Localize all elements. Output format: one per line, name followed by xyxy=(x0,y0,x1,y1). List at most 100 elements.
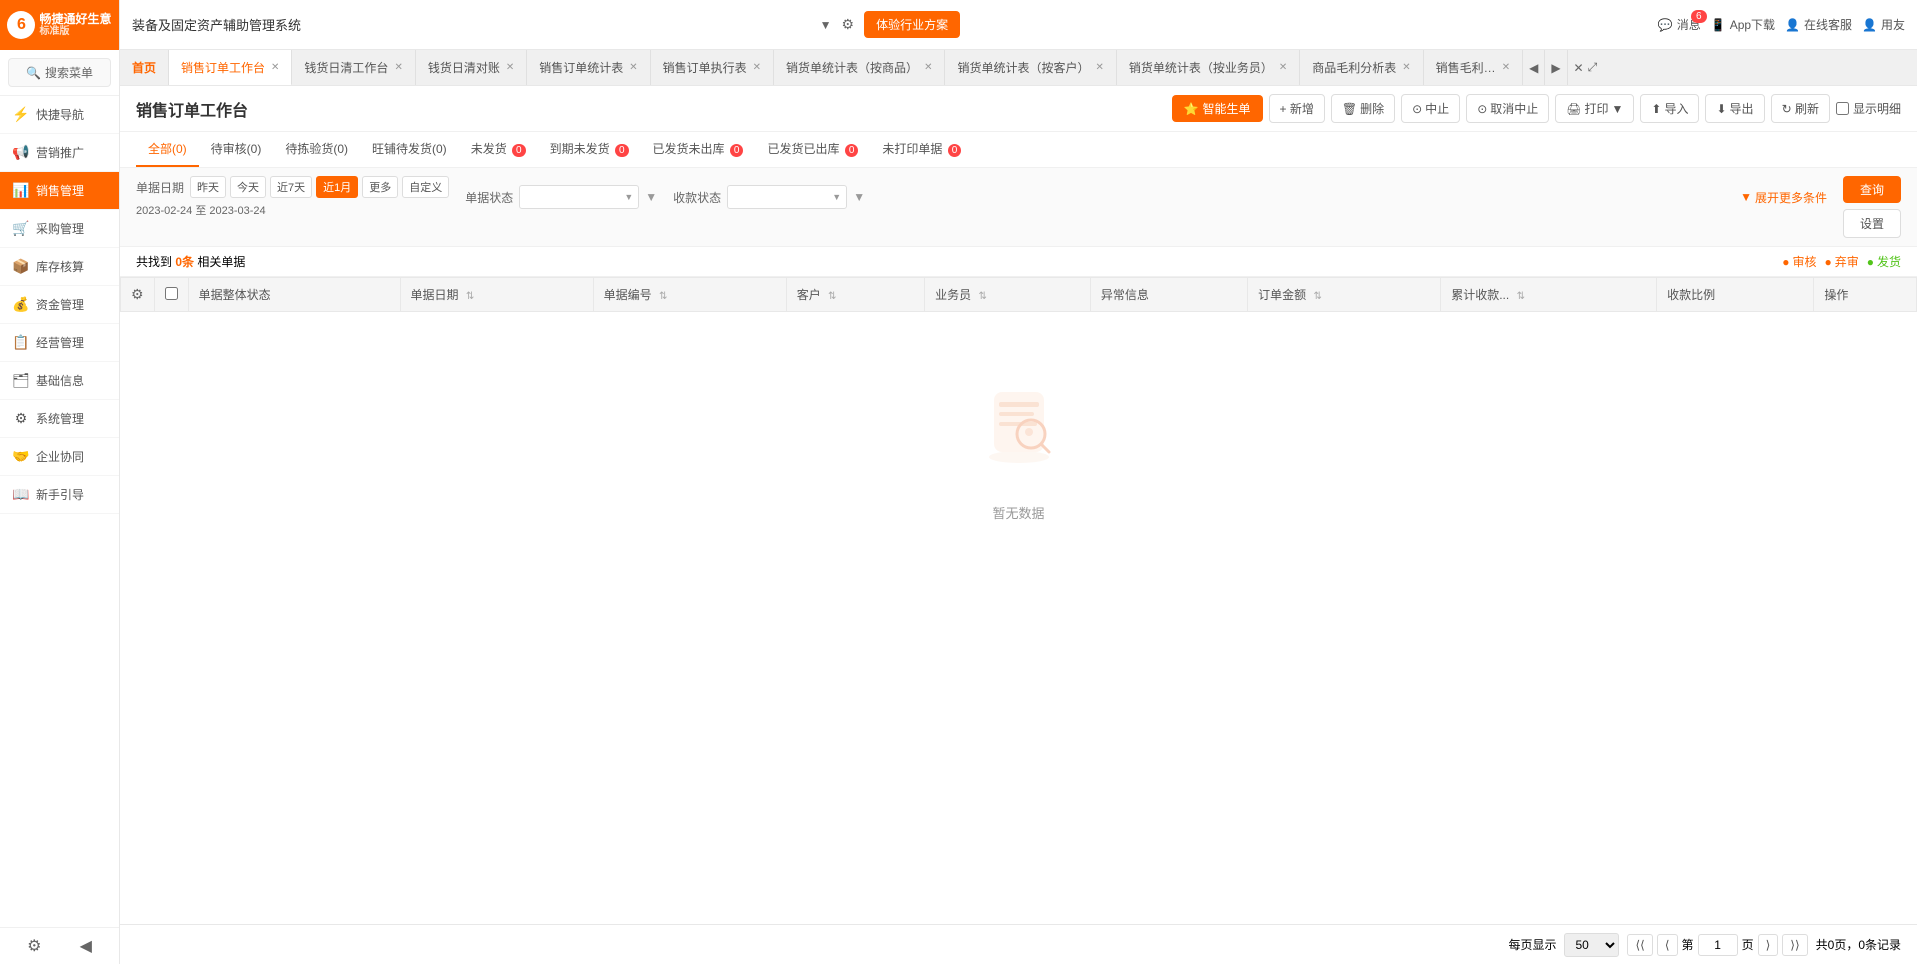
page-next-button[interactable]: ⟩ xyxy=(1758,934,1779,956)
tab-cash-reconcile[interactable]: 钱货日清对账 ✕ xyxy=(416,50,527,85)
filter-tab-unshipped[interactable]: 未发货 0 xyxy=(459,132,538,167)
select-all-checkbox[interactable] xyxy=(165,287,178,300)
col-customer-header[interactable]: 客户 ⇅ xyxy=(786,278,924,312)
expand-conditions-button[interactable]: ▼ 展开更多条件 xyxy=(1740,189,1827,206)
col-collected-header[interactable]: 累计收款... ⇅ xyxy=(1441,278,1657,312)
tab-close-icon[interactable]: ✕ xyxy=(1279,62,1287,73)
filter-tab-pending-review[interactable]: 待审核(0) xyxy=(199,132,274,167)
print-button[interactable]: 🖨 打印 ▼ xyxy=(1555,94,1634,123)
tab-home[interactable]: 首页 xyxy=(120,50,169,85)
sidebar-nav-item-finance[interactable]: 💰 资金管理 xyxy=(0,286,119,324)
app-download-button[interactable]: 📱 App下载 xyxy=(1711,16,1775,33)
filter-tab-wangpu-ship[interactable]: 旺铺待发货(0) xyxy=(360,132,459,167)
date-btn-7days[interactable]: 近7天 xyxy=(270,176,312,198)
col-staff-header[interactable]: 业务员 ⇅ xyxy=(925,278,1091,312)
status-select[interactable] xyxy=(519,185,639,209)
tab-sales-stats[interactable]: 销售订单统计表 ✕ xyxy=(527,50,650,85)
smart-create-button[interactable]: ⭐ 智能生单 xyxy=(1172,95,1263,122)
show-detail-checkbox[interactable]: 显示明细 xyxy=(1836,100,1901,117)
tab-close-icon[interactable]: ✕ xyxy=(629,62,637,73)
sidebar-nav-item-quick[interactable]: ⚡ 快捷导航 xyxy=(0,96,119,134)
tab-maximize-icon[interactable]: ✕ xyxy=(1574,61,1584,75)
add-button[interactable]: + 新增 xyxy=(1269,94,1325,123)
tab-sales-stats-customer[interactable]: 销货单统计表（按客户） ✕ xyxy=(945,50,1116,85)
sidebar-nav-item-marketing[interactable]: 📢 营销推广 xyxy=(0,134,119,172)
sidebar-nav-item-guide[interactable]: 📖 新手引导 xyxy=(0,476,119,514)
sidebar-nav-item-inventory[interactable]: 📦 库存核算 xyxy=(0,248,119,286)
date-btn-custom[interactable]: 自定义 xyxy=(402,176,449,198)
tab-close-icon[interactable]: ✕ xyxy=(506,62,514,73)
query-button[interactable]: 查询 xyxy=(1843,176,1901,203)
col-date-header[interactable]: 单据日期 ⇅ xyxy=(400,278,593,312)
filter-tab-shipped-out[interactable]: 已发货已出库 0 xyxy=(755,132,870,167)
tab-close-icon[interactable]: ✕ xyxy=(753,62,761,73)
page-last-button[interactable]: ⟩⟩ xyxy=(1782,934,1807,956)
page-prev-button[interactable]: ⟨ xyxy=(1657,934,1678,956)
tab-close-icon[interactable]: ✕ xyxy=(394,62,402,73)
import-button[interactable]: ⬆ 导入 xyxy=(1640,94,1699,123)
cancel-suspend-button[interactable]: ⊙ 取消中止 xyxy=(1466,94,1549,123)
date-btn-yesterday[interactable]: 昨天 xyxy=(190,176,226,198)
show-detail-checkbox-input[interactable] xyxy=(1836,102,1849,115)
tab-sales-more[interactable]: 销售毛利… ✕ xyxy=(1424,50,1523,85)
sidebar-nav-item-basic[interactable]: 🗂 基础信息 xyxy=(0,362,119,400)
collapse-sidebar-icon[interactable]: ◀ xyxy=(80,936,92,956)
review-button[interactable]: ● 审核 xyxy=(1782,253,1816,270)
date-btn-today[interactable]: 今天 xyxy=(230,176,266,198)
tab-restore-icon[interactable]: ⤢ xyxy=(1588,60,1598,75)
date-btn-1month[interactable]: 近1月 xyxy=(316,176,358,198)
tab-sales-stats-staff[interactable]: 销货单统计表（按业务员） ✕ xyxy=(1117,50,1300,85)
sidebar-nav-item-purchase[interactable]: 🛒 采购管理 xyxy=(0,210,119,248)
pagination-nav: ⟨⟨ ⟨ 第 页 ⟩ ⟩⟩ xyxy=(1627,934,1807,956)
tab-product-margin[interactable]: 商品毛利分析表 ✕ xyxy=(1300,50,1423,85)
gear-settings-icon[interactable]: ⚙ xyxy=(842,16,855,33)
filter-tab-pending-inspect[interactable]: 待拣验货(0) xyxy=(273,132,360,167)
tab-close-icon[interactable]: ✕ xyxy=(271,62,279,73)
message-icon: 💬 xyxy=(1658,18,1673,32)
experience-button[interactable]: 体验行业方案 xyxy=(864,11,960,38)
sidebar-nav-item-system[interactable]: ⚙ 系统管理 xyxy=(0,400,119,438)
user-menu-button[interactable]: 👤 用友 xyxy=(1862,16,1905,33)
search-menu-button[interactable]: 🔍 搜索菜单 xyxy=(8,58,111,87)
date-btn-more[interactable]: 更多 xyxy=(362,176,398,198)
sidebar-logo: 6 畅捷通好生意 标准版 xyxy=(0,0,119,50)
message-badge: 6 xyxy=(1691,10,1707,23)
dropdown-arrow-icon[interactable]: ▼ xyxy=(820,18,832,32)
export-button[interactable]: ⬇ 导出 xyxy=(1705,94,1764,123)
tab-cash-daily[interactable]: 钱货日清工作台 ✕ xyxy=(292,50,415,85)
cancel-review-button[interactable]: ● 弃审 xyxy=(1824,253,1858,270)
refresh-button[interactable]: ↻ 刷新 xyxy=(1771,94,1830,123)
tab-sales-order-workbench[interactable]: 销售订单工作台 ✕ xyxy=(169,50,292,86)
tab-next-button[interactable]: ▶ xyxy=(1545,50,1567,85)
delete-button[interactable]: 🗑 删除 xyxy=(1331,94,1395,123)
filter-tab-unprinted[interactable]: 未打印单据 0 xyxy=(870,132,973,167)
page-number-input[interactable] xyxy=(1698,934,1738,956)
filter-tab-shipped-not-out[interactable]: 已发货未出库 0 xyxy=(641,132,756,167)
sidebar-nav-item-sales[interactable]: 📊 销售管理 xyxy=(0,172,119,210)
tab-sales-stats-product[interactable]: 销货单统计表（按商品） ✕ xyxy=(774,50,945,85)
filter-tab-overdue-unshipped[interactable]: 到期未发货 0 xyxy=(538,132,641,167)
filter-tab-all[interactable]: 全部(0) xyxy=(136,132,199,167)
col-amount-header[interactable]: 订单金额 ⇅ xyxy=(1248,278,1441,312)
sidebar-nav-item-enterprise[interactable]: 🤝 企业协同 xyxy=(0,438,119,476)
col-number-header[interactable]: 单据编号 ⇅ xyxy=(593,278,786,312)
tab-sales-exec[interactable]: 销售订单执行表 ✕ xyxy=(651,50,774,85)
settings-col-icon[interactable]: ⚙ xyxy=(131,286,144,302)
tab-close-icon[interactable]: ✕ xyxy=(1095,62,1103,73)
tab-close-icon[interactable]: ✕ xyxy=(1502,62,1510,73)
payment-select[interactable] xyxy=(727,185,847,209)
suspend-button[interactable]: ⊙ 中止 xyxy=(1401,94,1460,123)
table-toolbar: 共找到 0条 相关单据 ● 审核 ● 弃审 ● 发货 xyxy=(120,247,1917,277)
purchase-icon: 🛒 xyxy=(12,220,30,237)
tab-close-icon[interactable]: ✕ xyxy=(1402,62,1410,73)
tab-prev-button[interactable]: ◀ xyxy=(1523,50,1545,85)
online-service-button[interactable]: 👤 在线客服 xyxy=(1785,16,1852,33)
sidebar-nav-item-operations[interactable]: 📋 经营管理 xyxy=(0,324,119,362)
settings-query-button[interactable]: 设置 xyxy=(1843,209,1901,238)
page-first-button[interactable]: ⟨⟨ xyxy=(1627,934,1652,956)
message-button[interactable]: 💬 消息 6 xyxy=(1658,16,1701,33)
settings-bottom-icon[interactable]: ⚙ xyxy=(27,936,41,956)
page-size-select[interactable]: 50 10 20 100 xyxy=(1564,933,1619,957)
tab-close-icon[interactable]: ✕ xyxy=(924,62,932,73)
ship-button[interactable]: ● 发货 xyxy=(1867,253,1901,270)
